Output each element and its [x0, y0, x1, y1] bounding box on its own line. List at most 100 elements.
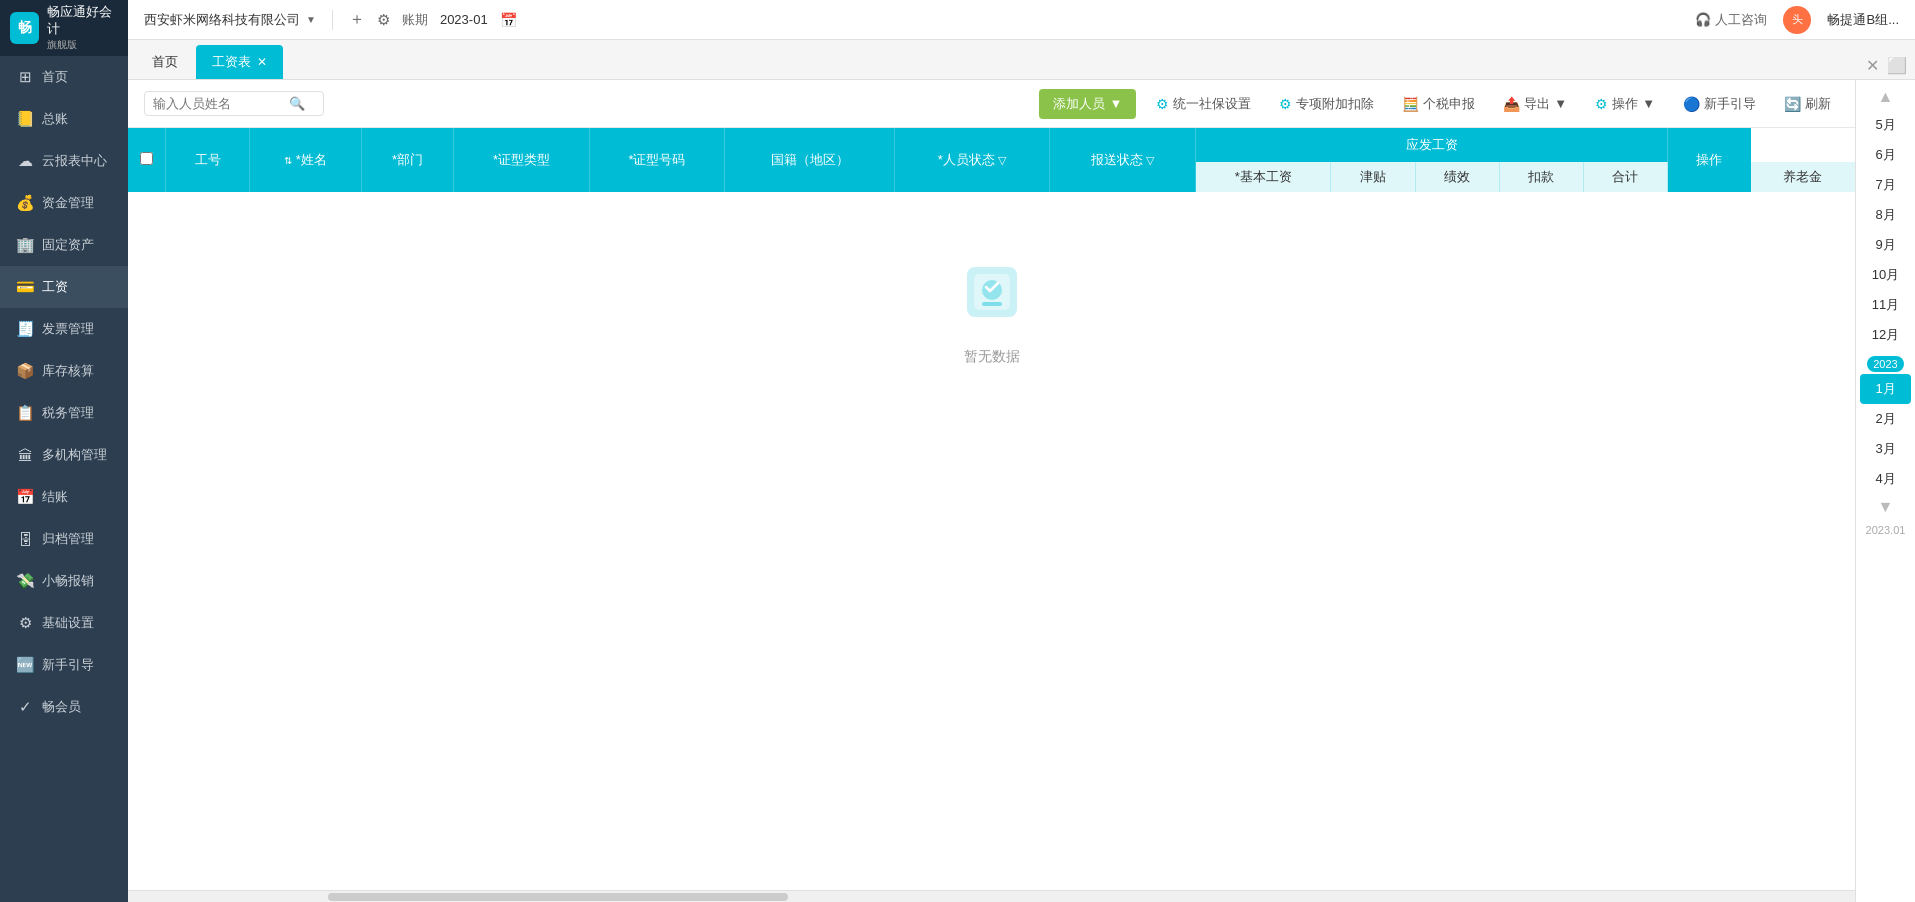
sidebar-item-archive[interactable]: 🗄归档管理 [0, 518, 128, 560]
export-arrow: ▼ [1554, 96, 1567, 111]
sidebar-item-home[interactable]: ⊞首页 [0, 56, 128, 98]
sidebar-item-inventory[interactable]: 📦库存核算 [0, 350, 128, 392]
search-input[interactable] [153, 96, 283, 111]
window-maximize-icon[interactable]: ⬜ [1887, 56, 1907, 75]
tab-home[interactable]: 首页 [136, 45, 194, 79]
nav-label-multi-org: 多机构管理 [42, 446, 107, 464]
nav-icon-guide: 🆕 [16, 656, 34, 674]
header-right: 🎧 人工咨询 头 畅提通B组... [1695, 6, 1899, 34]
refresh-label: 刷新 [1805, 95, 1831, 113]
sidebar-item-expense[interactable]: 💸小畅报销 [0, 560, 128, 602]
col-checkbox [128, 128, 166, 192]
col-name: ⇅ *姓名 [250, 128, 362, 192]
social-security-label: 统一社保设置 [1173, 95, 1251, 113]
special-deduction-icon: ⚙ [1279, 96, 1292, 112]
sidebar-logo: 畅 畅应通好会计 旗舰版 [0, 0, 128, 56]
sidebar-item-cloud-report[interactable]: ☁云报表中心 [0, 140, 128, 182]
social-security-action[interactable]: ⚙ 统一社保设置 [1148, 91, 1259, 117]
period-calendar-icon[interactable]: 📅 [500, 12, 517, 28]
nav-label-tax: 税务管理 [42, 404, 94, 422]
sidebar-item-guide[interactable]: 🆕 新手引导 [0, 644, 128, 686]
sidebar-item-ledger[interactable]: 📒总账 [0, 98, 128, 140]
operation-label: 操作 [1612, 95, 1638, 113]
cal-month-4[interactable]: 4月 [1856, 464, 1915, 494]
nav-label-funds: 资金管理 [42, 194, 94, 212]
col-id-number: *证型号码 [589, 128, 724, 192]
service-label: 人工咨询 [1715, 11, 1767, 29]
personal-tax-action[interactable]: 🧮 个税申报 [1394, 91, 1483, 117]
empty-text: 暂无数据 [964, 348, 1020, 366]
sidebar-item-multi-org[interactable]: 🏛多机构管理 [0, 434, 128, 476]
col-deduction: 扣款 [1499, 162, 1583, 192]
col-country: 国籍（地区） [725, 128, 895, 192]
special-deduction-action[interactable]: ⚙ 专项附加扣除 [1271, 91, 1382, 117]
nav-label-home: 首页 [42, 68, 68, 86]
sidebar-item-close[interactable]: 📅结账 [0, 476, 128, 518]
sidebar-item-invoice[interactable]: 🧾发票管理 [0, 308, 128, 350]
select-all-checkbox[interactable] [140, 152, 153, 165]
add-person-label: 添加人员 [1053, 95, 1105, 113]
nav-icon-close: 📅 [16, 488, 34, 506]
export-icon: 📤 [1503, 96, 1520, 112]
sidebar-item-fixed-assets[interactable]: 🏢固定资产 [0, 224, 128, 266]
filter-icon-report-status[interactable]: ▽ [1146, 154, 1154, 166]
social-security-icon: ⚙ [1156, 96, 1169, 112]
table-wrap: 工号 ⇅ *姓名 *部门 *证型类型 *证型号码 国籍（地区） *人员状态 [128, 128, 1855, 890]
scroll-thumb[interactable] [328, 893, 788, 901]
cal-month-10[interactable]: 10月 [1856, 260, 1915, 290]
refresh-action[interactable]: 🔄 刷新 [1776, 91, 1839, 117]
personal-tax-label: 个税申报 [1423, 95, 1475, 113]
nav-label-member: 畅会员 [42, 698, 81, 716]
nav-label-invoice: 发票管理 [42, 320, 94, 338]
main-area: 西安虾米网络科技有限公司 ▼ ＋ ⚙ 账期 2023-01 📅 🎧 人工咨询 头… [128, 0, 1915, 902]
add-person-button[interactable]: 添加人员 ▼ [1039, 89, 1136, 119]
top-header: 西安虾米网络科技有限公司 ▼ ＋ ⚙ 账期 2023-01 📅 🎧 人工咨询 头… [128, 0, 1915, 40]
cal-month-5[interactable]: 5月 [1856, 110, 1915, 140]
sidebar-item-tax[interactable]: 📋税务管理 [0, 392, 128, 434]
tab-payroll-table[interactable]: 工资表 ✕ [196, 45, 283, 79]
settings-button[interactable]: ⚙ [377, 11, 390, 29]
logo-icon: 畅 [10, 12, 39, 44]
cal-month-9[interactable]: 9月 [1856, 230, 1915, 260]
company-dropdown-icon: ▼ [306, 14, 316, 25]
nav-label-guide: 新手引导 [42, 656, 94, 674]
operation-arrow: ▼ [1642, 96, 1655, 111]
nav-icon-fixed-assets: 🏢 [16, 236, 34, 254]
special-deduction-label: 专项附加扣除 [1296, 95, 1374, 113]
service-button[interactable]: 🎧 人工咨询 [1695, 11, 1767, 29]
sidebar-item-member[interactable]: ✓畅会员 [0, 686, 128, 728]
cal-month-7[interactable]: 7月 [1856, 170, 1915, 200]
export-label: 导出 [1524, 95, 1550, 113]
window-close-icon[interactable]: ✕ [1866, 56, 1879, 75]
refresh-icon: 🔄 [1784, 96, 1801, 112]
cal-month-11[interactable]: 11月 [1856, 290, 1915, 320]
tab-close-icon[interactable]: ✕ [257, 55, 267, 69]
company-selector[interactable]: 西安虾米网络科技有限公司 ▼ [144, 11, 316, 29]
cal-month-2[interactable]: 2月 [1856, 404, 1915, 434]
col-department: *部门 [361, 128, 454, 192]
col-subsidy: 津贴 [1331, 162, 1415, 192]
cal-month-8[interactable]: 8月 [1856, 200, 1915, 230]
cal-month-6[interactable]: 6月 [1856, 140, 1915, 170]
cal-month-1[interactable]: 1月 [1860, 374, 1911, 404]
guide-action[interactable]: 🔵 新手引导 [1675, 91, 1764, 117]
sidebar-item-payroll[interactable]: 💳工资 [0, 266, 128, 308]
cal-prev-arrow[interactable]: ▲ [1874, 84, 1898, 110]
add-company-button[interactable]: ＋ [349, 9, 365, 30]
operation-action[interactable]: ⚙ 操作 ▼ [1587, 91, 1663, 117]
cal-next-arrow[interactable]: ▼ [1874, 494, 1898, 520]
period-label: 账期 [402, 11, 428, 29]
sidebar-item-basic-settings[interactable]: ⚙基础设置 [0, 602, 128, 644]
period-value: 2023-01 [440, 12, 488, 27]
export-action[interactable]: 📤 导出 ▼ [1495, 91, 1575, 117]
cal-month-12[interactable]: 12月 [1856, 320, 1915, 350]
nav-label-archive: 归档管理 [42, 530, 94, 548]
content-area: 🔍 添加人员 ▼ ⚙ 统一社保设置 ⚙ 专项附加扣除 [128, 80, 1915, 902]
personal-tax-icon: 🧮 [1402, 96, 1419, 112]
cal-month-3[interactable]: 3月 [1856, 434, 1915, 464]
search-wrap: 🔍 [144, 91, 324, 116]
logo-title: 畅应通好会计 [47, 4, 118, 38]
filter-icon-person-status[interactable]: ▽ [998, 154, 1006, 166]
sidebar-item-funds[interactable]: 💰资金管理 [0, 182, 128, 224]
nav-icon-inventory: 📦 [16, 362, 34, 380]
